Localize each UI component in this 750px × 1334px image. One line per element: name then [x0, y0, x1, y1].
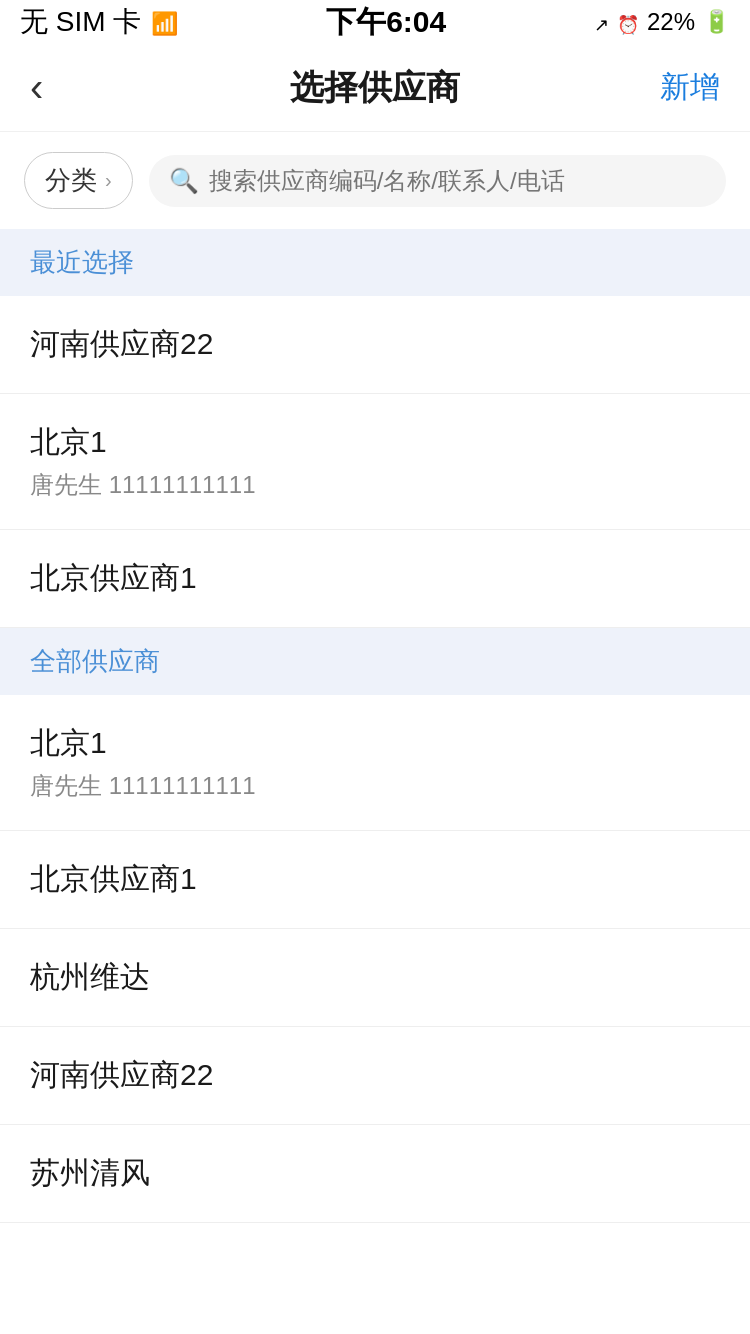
back-button[interactable]: ‹ [30, 65, 90, 110]
status-right: 22% 🔋 [594, 7, 730, 38]
item-sub: 唐先生 11111111111 [30, 469, 720, 501]
list-item[interactable]: 北京1 唐先生 11111111111 [0, 695, 750, 831]
category-filter[interactable]: 分类 › [24, 152, 133, 209]
list-item[interactable]: 河南供应商22 [0, 1027, 750, 1125]
item-name: 河南供应商22 [30, 324, 720, 365]
wifi-icon [151, 6, 178, 38]
battery-icon: 🔋 [703, 9, 730, 35]
new-button[interactable]: 新增 [660, 67, 720, 108]
search-box[interactable]: 🔍 [149, 155, 726, 207]
battery-text: 22% [647, 8, 695, 36]
item-name: 苏州清风 [30, 1153, 720, 1194]
status-left: 无 SIM 卡 [20, 3, 178, 41]
location-icon [594, 7, 609, 38]
chevron-right-icon: › [105, 169, 112, 192]
list-item[interactable]: 北京供应商1 [0, 530, 750, 628]
item-name: 北京供应商1 [30, 558, 720, 599]
status-bar: 无 SIM 卡 下午6:04 22% 🔋 [0, 0, 750, 44]
item-name: 北京供应商1 [30, 859, 720, 900]
alarm-icon [617, 7, 639, 38]
search-icon: 🔍 [169, 167, 199, 195]
page-title: 选择供应商 [290, 65, 460, 111]
item-name: 河南供应商22 [30, 1055, 720, 1096]
list-item[interactable]: 河南供应商22 [0, 296, 750, 394]
category-label: 分类 [45, 163, 97, 198]
item-sub: 唐先生 11111111111 [30, 770, 720, 802]
search-input[interactable] [209, 167, 706, 195]
section-header-recent: 最近选择 [0, 229, 750, 296]
status-time: 下午6:04 [326, 2, 446, 43]
item-name: 北京1 [30, 422, 720, 463]
no-sim-text: 无 SIM 卡 [20, 3, 141, 41]
item-name: 北京1 [30, 723, 720, 764]
item-name: 杭州维达 [30, 957, 720, 998]
section-header-all: 全部供应商 [0, 628, 750, 695]
nav-bar: ‹ 选择供应商 新增 [0, 44, 750, 132]
filter-bar: 分类 › 🔍 [0, 132, 750, 229]
list-item[interactable]: 苏州清风 [0, 1125, 750, 1223]
list-item[interactable]: 北京供应商1 [0, 831, 750, 929]
sections-container: 最近选择河南供应商22 北京1 唐先生 11111111111 北京供应商1 全部供应商… [0, 229, 750, 1223]
list-item[interactable]: 杭州维达 [0, 929, 750, 1027]
list-item[interactable]: 北京1 唐先生 11111111111 [0, 394, 750, 530]
